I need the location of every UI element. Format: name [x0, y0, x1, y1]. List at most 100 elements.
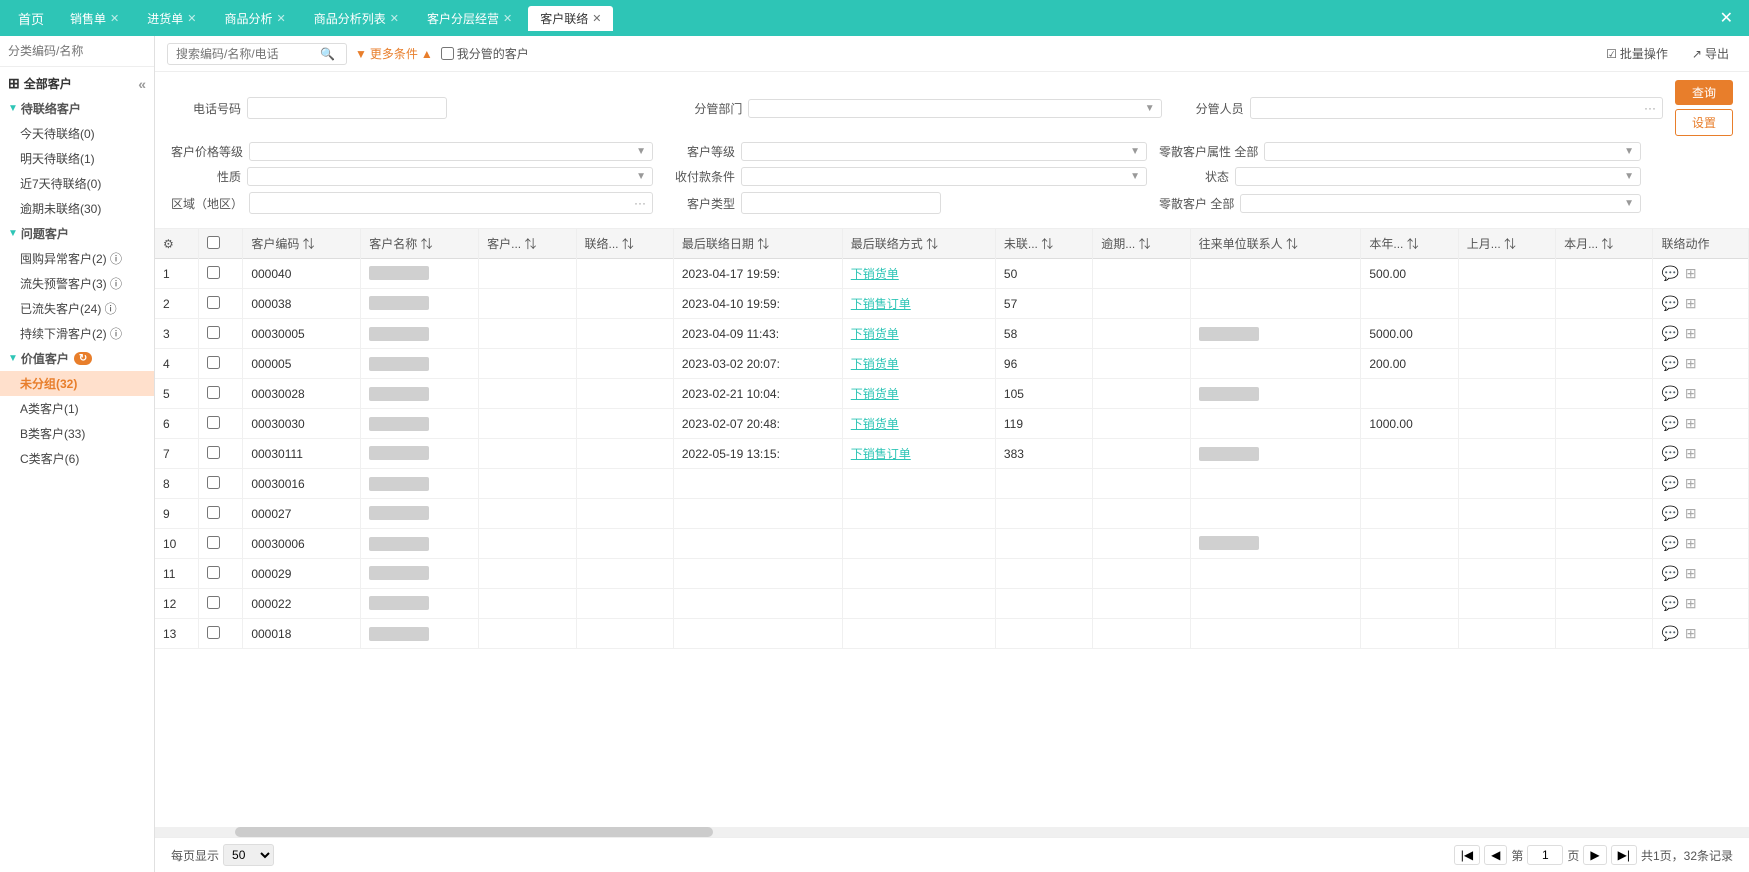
grid-icon[interactable]: ⊞ [1685, 535, 1697, 552]
col-name[interactable]: 客户名称 ⇅ [361, 229, 479, 259]
scrollbar-thumb[interactable] [235, 827, 713, 837]
cell-last-method[interactable] [842, 559, 995, 589]
retail-all-select[interactable]: ▼ [1240, 194, 1641, 213]
col-last-date[interactable]: 最后联络日期 ⇅ [673, 229, 842, 259]
col-partner-contact[interactable]: 往来单位联系人 ⇅ [1190, 229, 1361, 259]
sidebar-item-ungroup[interactable]: 未分组(32) [0, 371, 154, 396]
cell-action[interactable]: 💬 ⊞ [1653, 289, 1749, 319]
cell-checkbox[interactable] [199, 529, 243, 559]
chat-icon[interactable]: 💬 [1661, 325, 1678, 342]
sidebar-item-today[interactable]: 今天待联络(0) [0, 121, 154, 146]
page-size-select[interactable]: 50 100 [223, 844, 274, 866]
col-unlinked[interactable]: 未联... ⇅ [995, 229, 1092, 259]
grid-icon[interactable]: ⊞ [1685, 325, 1697, 342]
price-level-select[interactable]: ▼ [249, 142, 653, 161]
grid-icon[interactable]: ⊞ [1685, 385, 1697, 402]
grid-icon[interactable]: ⊞ [1685, 355, 1697, 372]
more-conditions-btn[interactable]: ▼ 更多条件 ▲ [355, 45, 433, 62]
chat-icon[interactable]: 💬 [1661, 385, 1678, 402]
grid-icon[interactable]: ⊞ [1685, 295, 1697, 312]
chat-icon[interactable]: 💬 [1661, 625, 1678, 642]
chat-icon[interactable]: 💬 [1661, 595, 1678, 612]
cell-action[interactable]: 💬 ⊞ [1653, 409, 1749, 439]
chat-icon[interactable]: 💬 [1661, 295, 1678, 312]
grid-icon[interactable]: ⊞ [1685, 415, 1697, 432]
export-btn[interactable]: ↗ 导出 [1684, 42, 1737, 65]
phone-input[interactable] [247, 97, 447, 119]
sidebar-collapse-btn[interactable]: « [138, 76, 146, 92]
sidebar-item-overdue[interactable]: 逾期未联络(30) [0, 196, 154, 221]
status-select[interactable]: ▼ [1235, 167, 1641, 186]
cell-action[interactable]: 💬 ⊞ [1653, 379, 1749, 409]
nav-tab-purchase[interactable]: 进货单 ✕ [135, 6, 208, 31]
sidebar-group-value[interactable]: ▼ 价值客户 ↻ [0, 346, 154, 371]
region-select[interactable]: ··· [249, 192, 653, 214]
cell-last-method[interactable]: 下销货单 [842, 319, 995, 349]
col-overdue[interactable]: 逾期... ⇅ [1093, 229, 1190, 259]
cell-checkbox[interactable] [199, 319, 243, 349]
chat-icon[interactable]: 💬 [1661, 475, 1678, 492]
close-icon[interactable]: ✕ [187, 12, 196, 25]
cell-last-method[interactable]: 下销货单 [842, 409, 995, 439]
close-icon[interactable]: ✕ [277, 12, 286, 25]
cell-checkbox[interactable] [199, 409, 243, 439]
chat-icon[interactable]: 💬 [1661, 265, 1678, 282]
next-page-btn[interactable]: ▶ [1583, 845, 1606, 865]
nav-tab-customer-mgmt[interactable]: 客户分层经营 ✕ [415, 6, 524, 31]
col-this-year[interactable]: 本年... ⇅ [1361, 229, 1458, 259]
my-customers-filter[interactable]: 我分管的客户 [441, 45, 529, 62]
cell-last-method[interactable] [842, 499, 995, 529]
col-this-month[interactable]: 本月... ⇅ [1556, 229, 1653, 259]
cell-action[interactable]: 💬 ⊞ [1653, 589, 1749, 619]
cell-action[interactable]: 💬 ⊞ [1653, 619, 1749, 649]
grid-icon[interactable]: ⊞ [1685, 265, 1697, 282]
nav-tab-analysis-list[interactable]: 商品分析列表 ✕ [302, 6, 411, 31]
close-icon[interactable]: ✕ [592, 12, 601, 25]
sidebar-item-loss-warning[interactable]: 流失预警客户(3) ⓘ [0, 271, 154, 296]
grid-icon[interactable]: ⊞ [1685, 625, 1697, 642]
grid-icon[interactable]: ⊞ [1685, 595, 1697, 612]
payment-select[interactable]: ▼ [741, 167, 1147, 186]
col-checkbox[interactable] [199, 229, 243, 259]
cell-last-method[interactable]: 下销货单 [842, 379, 995, 409]
nature-select[interactable]: ▼ [247, 167, 653, 186]
cell-action[interactable]: 💬 ⊞ [1653, 259, 1749, 289]
cell-checkbox[interactable] [199, 259, 243, 289]
cell-checkbox[interactable] [199, 619, 243, 649]
sidebar-group-pending[interactable]: ▼ 待联络客户 [0, 96, 154, 121]
chat-icon[interactable]: 💬 [1661, 505, 1678, 522]
cell-action[interactable]: 💬 ⊞ [1653, 469, 1749, 499]
cell-last-method[interactable]: 下销售订单 [842, 439, 995, 469]
my-customers-checkbox[interactable] [441, 47, 454, 60]
retail-attr-select[interactable]: ▼ [1264, 142, 1641, 161]
search-input[interactable] [176, 47, 316, 61]
dept-select[interactable]: ▼ [748, 99, 1161, 118]
cell-last-method[interactable]: 下销货单 [842, 259, 995, 289]
cell-checkbox[interactable] [199, 589, 243, 619]
cell-last-method[interactable] [842, 589, 995, 619]
sidebar-item-declining[interactable]: 持续下滑客户(2) ⓘ [0, 321, 154, 346]
reset-btn[interactable]: 设置 [1675, 109, 1733, 136]
close-icon[interactable]: ✕ [503, 12, 512, 25]
col-last-month[interactable]: 上月... ⇅ [1458, 229, 1555, 259]
prev-page-btn[interactable]: ◀ [1484, 845, 1507, 865]
sidebar-item-class-b[interactable]: B类客户(33) [0, 421, 154, 446]
sidebar-item-tomorrow[interactable]: 明天待联络(1) [0, 146, 154, 171]
cell-checkbox[interactable] [199, 469, 243, 499]
manager-select[interactable]: ··· [1250, 97, 1663, 119]
cell-action[interactable]: 💬 ⊞ [1653, 499, 1749, 529]
query-btn[interactable]: 查询 [1675, 80, 1733, 105]
close-icon[interactable]: ✕ [390, 12, 399, 25]
cell-last-method[interactable]: 下销货单 [842, 349, 995, 379]
horizontal-scrollbar[interactable] [155, 827, 1749, 837]
chat-icon[interactable]: 💬 [1661, 535, 1678, 552]
cell-checkbox[interactable] [199, 379, 243, 409]
select-all-checkbox[interactable] [207, 236, 220, 249]
col-last-method[interactable]: 最后联络方式 ⇅ [842, 229, 995, 259]
sidebar-search-input[interactable] [8, 44, 155, 58]
cell-checkbox[interactable] [199, 439, 243, 469]
first-page-btn[interactable]: |◀ [1454, 845, 1480, 865]
batch-ops-btn[interactable]: ☑ 批量操作 [1598, 42, 1676, 65]
sidebar-item-abnormal[interactable]: 囤购异常客户(2) ⓘ [0, 246, 154, 271]
grid-icon[interactable]: ⊞ [1685, 475, 1697, 492]
